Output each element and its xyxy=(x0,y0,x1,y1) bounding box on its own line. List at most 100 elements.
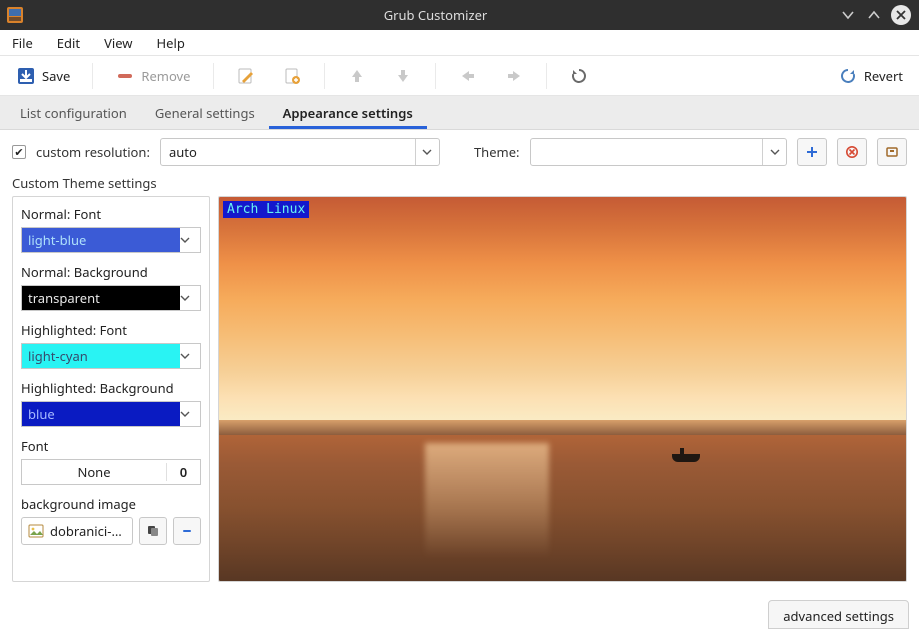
highlighted-background-group: Highlighted: Background blue xyxy=(21,379,201,427)
bg-image-copy-button[interactable] xyxy=(139,517,167,545)
bg-image-label: background image xyxy=(21,495,201,513)
highlighted-background-label: Highlighted: Background xyxy=(21,379,201,397)
font-picker[interactable]: None 0 xyxy=(21,459,201,485)
menu-file[interactable]: File xyxy=(0,30,45,55)
resolution-value: auto xyxy=(161,143,415,161)
tab-list-configuration[interactable]: List configuration xyxy=(6,96,141,129)
toolbar-separator xyxy=(324,63,325,89)
theme-properties-panel: Normal: Font light-blue Normal: Backgrou… xyxy=(12,196,210,582)
tab-appearance-settings[interactable]: Appearance settings xyxy=(269,96,427,129)
menu-edit[interactable]: Edit xyxy=(45,30,92,55)
delete-icon xyxy=(845,145,859,159)
highlighted-font-label: Highlighted: Font xyxy=(21,321,201,339)
highlighted-font-group: Highlighted: Font light-cyan xyxy=(21,321,201,369)
save-label: Save xyxy=(42,67,70,85)
highlighted-background-combo[interactable]: blue xyxy=(21,401,201,427)
chevron-down-icon xyxy=(180,293,200,303)
revert-icon xyxy=(838,66,858,86)
archive-icon xyxy=(885,145,899,159)
remove-button[interactable]: Remove xyxy=(109,62,196,90)
chevron-down-icon xyxy=(180,235,200,245)
tab-content: ✔ custom resolution: auto Theme: Custom xyxy=(0,130,919,629)
toolbar: Save Remove xyxy=(0,56,919,96)
reload-icon xyxy=(569,66,589,86)
font-value: None xyxy=(22,463,166,481)
resolution-combo[interactable]: auto xyxy=(160,138,440,166)
boat-silhouette xyxy=(672,454,700,462)
preview-image: Arch Linux xyxy=(219,197,906,581)
theme-combo[interactable] xyxy=(530,138,787,166)
bottom-bar: advanced settings xyxy=(768,600,909,629)
background-preview: Arch Linux xyxy=(218,196,907,582)
maximize-button[interactable] xyxy=(865,6,883,24)
font-size: 0 xyxy=(166,463,200,481)
plus-icon xyxy=(805,145,819,159)
window-buttons xyxy=(839,5,911,25)
app-icon xyxy=(6,6,24,24)
settings-body: Normal: Font light-blue Normal: Backgrou… xyxy=(0,196,919,594)
toolbar-separator xyxy=(92,63,93,89)
resolution-theme-row: ✔ custom resolution: auto Theme: xyxy=(0,130,919,174)
chevron-down-icon xyxy=(415,139,439,165)
arrow-right-icon xyxy=(504,66,524,86)
theme-label: Theme: xyxy=(474,143,520,161)
edit-entry-button[interactable] xyxy=(230,62,262,90)
highlighted-font-value: light-cyan xyxy=(22,344,180,368)
menu-bar: File Edit View Help xyxy=(0,30,919,56)
check-icon: ✔ xyxy=(14,147,23,158)
menu-view[interactable]: View xyxy=(92,30,144,55)
custom-theme-section-label: Custom Theme settings xyxy=(0,174,919,196)
reload-button[interactable] xyxy=(563,62,595,90)
normal-font-label: Normal: Font xyxy=(21,205,201,223)
toolbar-separator xyxy=(435,63,436,89)
bg-image-remove-button[interactable] xyxy=(173,517,201,545)
theme-archive-button[interactable] xyxy=(877,138,907,166)
arrow-down-icon xyxy=(393,66,413,86)
theme-remove-button[interactable] xyxy=(837,138,867,166)
normal-background-combo[interactable]: transparent xyxy=(21,285,201,311)
revert-label: Revert xyxy=(864,67,903,85)
pencil-icon xyxy=(236,66,256,86)
font-group: Font None 0 xyxy=(21,437,201,485)
custom-resolution-label: custom resolution: xyxy=(36,143,150,161)
save-icon xyxy=(16,66,36,86)
move-right-button[interactable] xyxy=(498,62,530,90)
font-label: Font xyxy=(21,437,201,455)
toolbar-separator xyxy=(546,63,547,89)
normal-background-value: transparent xyxy=(22,286,180,310)
save-button[interactable]: Save xyxy=(10,62,76,90)
advanced-settings-button[interactable]: advanced settings xyxy=(768,600,909,629)
remove-icon xyxy=(115,66,135,86)
highlighted-font-combo[interactable]: light-cyan xyxy=(21,343,201,369)
tab-general-settings[interactable]: General settings xyxy=(141,96,269,129)
chevron-down-icon xyxy=(180,409,200,419)
normal-font-combo[interactable]: light-blue xyxy=(21,227,201,253)
preview-menu-entry: Arch Linux xyxy=(223,201,309,218)
title-bar: Grub Customizer xyxy=(0,0,919,30)
normal-background-label: Normal: Background xyxy=(21,263,201,281)
normal-background-group: Normal: Background transparent xyxy=(21,263,201,311)
image-icon xyxy=(28,523,44,539)
chevron-down-icon xyxy=(762,139,786,165)
remove-label: Remove xyxy=(141,67,190,85)
arrow-up-icon xyxy=(347,66,367,86)
theme-add-button[interactable] xyxy=(797,138,827,166)
close-button[interactable] xyxy=(891,5,911,25)
tab-bar: List configuration General settings Appe… xyxy=(0,96,919,130)
window-title: Grub Customizer xyxy=(32,6,839,24)
custom-resolution-checkbox[interactable]: ✔ xyxy=(12,145,26,159)
minus-icon xyxy=(180,524,194,538)
normal-font-value: light-blue xyxy=(22,228,180,252)
move-up-button[interactable] xyxy=(341,62,373,90)
bg-image-filename: dobranici-fl... xyxy=(50,522,126,540)
minimize-button[interactable] xyxy=(839,6,857,24)
revert-button[interactable]: Revert xyxy=(832,62,909,90)
bg-image-file-button[interactable]: dobranici-fl... xyxy=(21,517,133,545)
highlighted-background-value: blue xyxy=(22,402,180,426)
menu-help[interactable]: Help xyxy=(145,30,197,55)
move-down-button[interactable] xyxy=(387,62,419,90)
new-entry-button[interactable] xyxy=(276,62,308,90)
move-left-button[interactable] xyxy=(452,62,484,90)
normal-font-group: Normal: Font light-blue xyxy=(21,205,201,253)
new-page-icon xyxy=(282,66,302,86)
